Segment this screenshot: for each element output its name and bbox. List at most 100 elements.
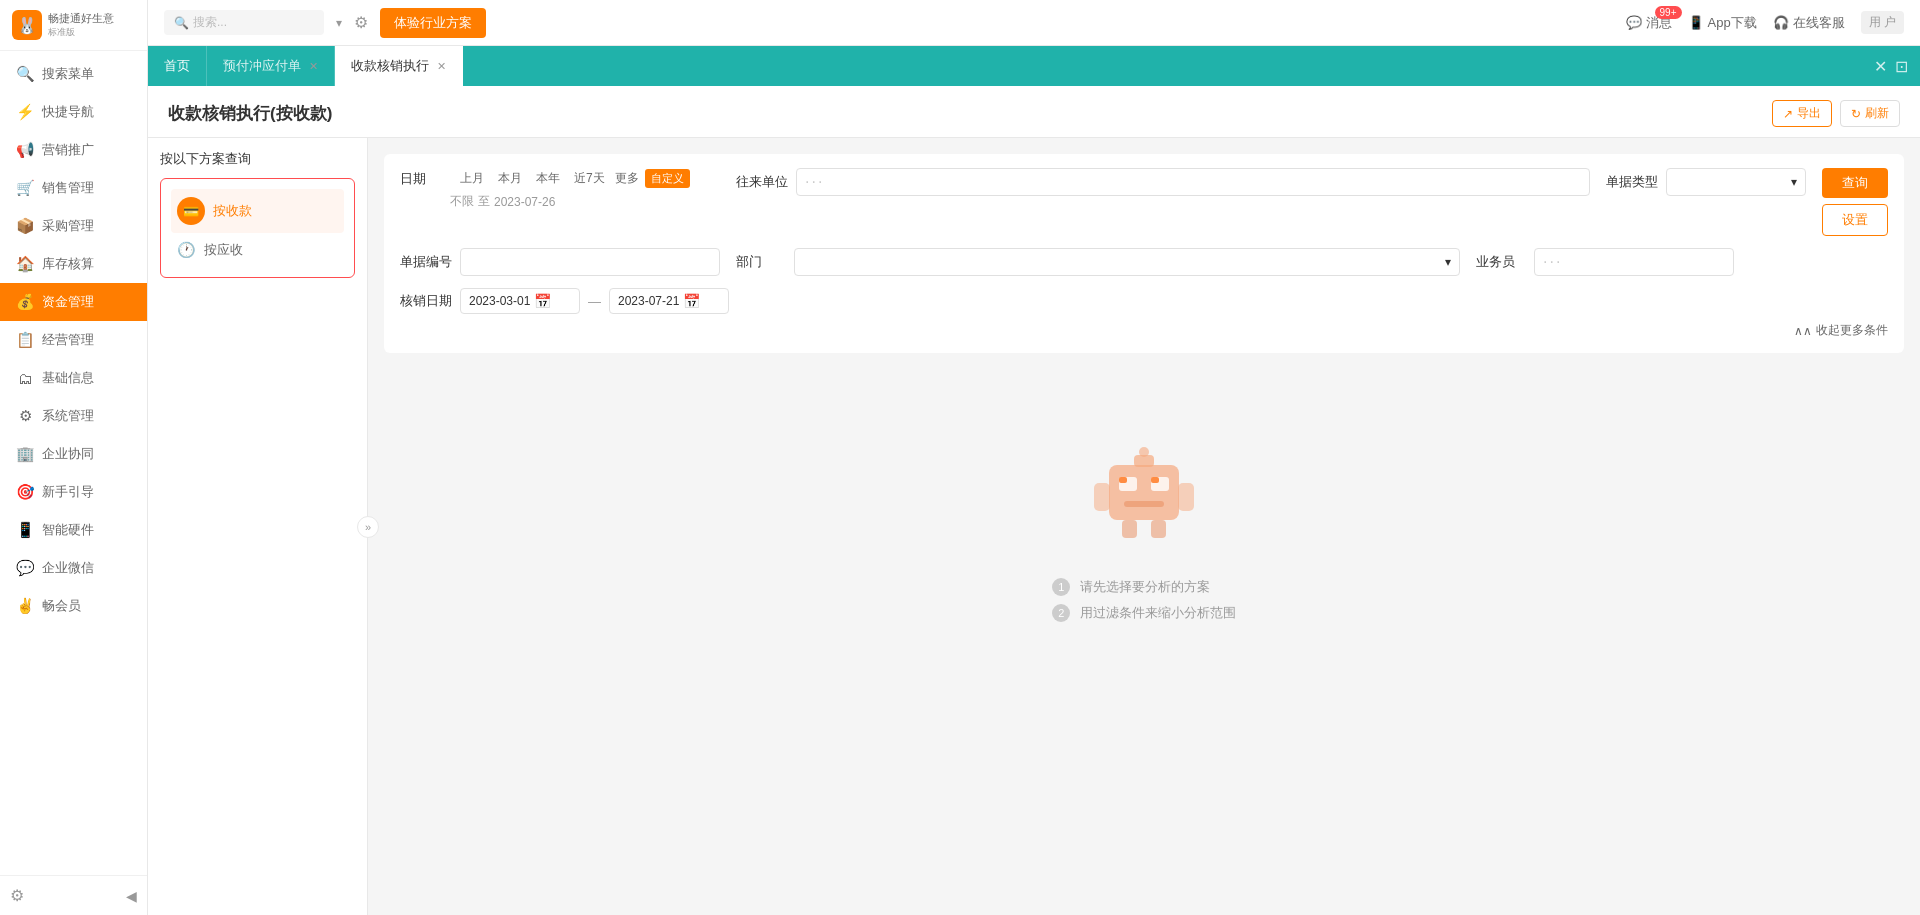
tab-receivable[interactable]: 收款核销执行 ✕: [335, 46, 463, 86]
query-item-by-receipt[interactable]: 💳 按收款: [171, 189, 344, 233]
message-button[interactable]: 💬 消息 99+: [1626, 14, 1672, 32]
sidebar-item-inventory[interactable]: 🏠 库存核算: [0, 245, 147, 283]
tab-receivable-close-icon[interactable]: ✕: [437, 46, 446, 86]
sidebar-item-marketing[interactable]: 📢 营销推广: [0, 131, 147, 169]
calendar-start-icon[interactable]: 📅: [534, 293, 551, 309]
app-name: 畅捷通好生意: [48, 11, 114, 25]
date-btn-this-year[interactable]: 本年: [532, 168, 564, 189]
left-panel: 按以下方案查询 💳 按收款 🕐 按应收 »: [148, 138, 368, 915]
sidebar-item-label: 基础信息: [42, 369, 94, 387]
calendar-end-icon[interactable]: 📅: [683, 293, 700, 309]
write-off-end-value: 2023-07-21: [618, 294, 679, 308]
finance-icon: 💰: [16, 293, 34, 311]
sidebar-item-search[interactable]: 🔍 搜索菜单: [0, 55, 147, 93]
collapse-sidebar-icon[interactable]: ◀: [126, 888, 137, 904]
dept-select[interactable]: ▾: [794, 248, 1460, 276]
empty-text: 1 请先选择要分析的方案 2 用过滤条件来缩小分析范围: [1052, 574, 1236, 626]
svg-rect-0: [1109, 465, 1179, 520]
sidebar-item-enterprise[interactable]: 🏢 企业协同: [0, 435, 147, 473]
query-item-receivable-label: 按应收: [204, 241, 243, 259]
search-icon-topbar: 🔍: [174, 16, 189, 30]
date-btn-this-month[interactable]: 本月: [494, 168, 526, 189]
query-box: 💳 按收款 🕐 按应收: [160, 178, 355, 278]
close-window-icon[interactable]: ✕: [1874, 57, 1887, 76]
setting-button[interactable]: 设置: [1822, 204, 1888, 236]
sidebar-item-guide[interactable]: 🎯 新手引导: [0, 473, 147, 511]
app-download-button[interactable]: 📱 App下载: [1688, 14, 1757, 32]
counterpart-input[interactable]: ···: [796, 168, 1590, 196]
tab-receivable-label: 收款核销执行: [351, 46, 429, 86]
refresh-button[interactable]: ↻ 刷新: [1840, 100, 1900, 127]
sidebar-item-wechat[interactable]: 💬 企业微信: [0, 549, 147, 587]
hardware-icon: 📱: [16, 521, 34, 539]
window-controls: ✕ ⊡: [1862, 57, 1920, 76]
sidebar-item-label: 系统管理: [42, 407, 94, 425]
sidebar-item-finance[interactable]: 💰 资金管理: [0, 283, 147, 321]
write-off-date-end[interactable]: 2023-07-21 📅: [609, 288, 729, 314]
sidebar-item-vip[interactable]: ✌ 畅会员: [0, 587, 147, 625]
doc-type-select[interactable]: ▾: [1666, 168, 1806, 196]
sidebar-item-purchase[interactable]: 📦 采购管理: [0, 207, 147, 245]
sidebar-item-label: 新手引导: [42, 483, 94, 501]
date-shortcuts: 上月 本月 本年 近7天 更多 自定义: [456, 168, 690, 189]
sidebar-item-label: 资金管理: [42, 293, 94, 311]
sidebar-item-quick[interactable]: ⚡ 快捷导航: [0, 93, 147, 131]
collapse-more-button[interactable]: ∧∧ 收起更多条件: [1794, 322, 1888, 339]
write-off-start-value: 2023-03-01: [469, 294, 530, 308]
receipt-icon: 💳: [177, 197, 205, 225]
tab-prepay[interactable]: 预付冲应付单 ✕: [207, 46, 335, 86]
sidebar-bottom: ⚙ ◀: [0, 875, 147, 915]
sidebar-item-business[interactable]: 📋 经营管理: [0, 321, 147, 359]
online-service-button[interactable]: 🎧 在线客服: [1773, 14, 1845, 32]
dropdown-arrow-icon[interactable]: ▾: [336, 16, 342, 30]
inventory-icon: 🏠: [16, 255, 34, 273]
settings-icon[interactable]: ⚙: [10, 886, 24, 905]
sidebar-item-system[interactable]: ⚙ 系统管理: [0, 397, 147, 435]
query-button[interactable]: 查询: [1822, 168, 1888, 198]
collapse-panel-button[interactable]: »: [357, 516, 379, 538]
date-label: 日期: [400, 170, 450, 188]
search-placeholder: 搜索...: [193, 14, 227, 31]
main-content: 按以下方案查询 💳 按收款 🕐 按应收 »: [148, 138, 1920, 915]
query-item-by-receivable[interactable]: 🕐 按应收: [171, 233, 344, 267]
date-btn-7days[interactable]: 近7天: [570, 168, 609, 189]
counterpart-label: 往来单位: [736, 173, 788, 191]
maximize-window-icon[interactable]: ⊡: [1895, 57, 1908, 76]
date-custom-badge[interactable]: 自定义: [645, 169, 690, 188]
date-btn-more[interactable]: 更多: [615, 170, 639, 187]
solution-button[interactable]: 体验行业方案: [380, 8, 486, 38]
sidebar-item-label: 搜索菜单: [42, 65, 94, 83]
empty-state-icon: [1084, 425, 1204, 564]
logo-icon: 🐰: [12, 10, 42, 40]
date-btn-last-month[interactable]: 上月: [456, 168, 488, 189]
purchase-icon: 📦: [16, 217, 34, 235]
export-button[interactable]: ↗ 导出: [1772, 100, 1832, 127]
left-panel-title: 按以下方案查询: [160, 150, 355, 168]
doc-no-input[interactable]: [460, 248, 720, 276]
sidebar-item-hardware[interactable]: 📱 智能硬件: [0, 511, 147, 549]
business-icon: 📋: [16, 331, 34, 349]
doc-type-label: 单据类型: [1606, 173, 1658, 191]
page-header: 收款核销执行(按收款) ↗ 导出 ↻ 刷新: [148, 86, 1920, 138]
sidebar-item-sales[interactable]: 🛒 销售管理: [0, 169, 147, 207]
topbar-search[interactable]: 🔍 搜索...: [164, 10, 324, 35]
empty-hint2: 用过滤条件来缩小分析范围: [1080, 605, 1236, 620]
empty-hint1: 请先选择要分析的方案: [1080, 579, 1210, 594]
sidebar-item-basic[interactable]: 🗂 基础信息: [0, 359, 147, 397]
basic-icon: 🗂: [16, 370, 34, 387]
write-off-date-start[interactable]: 2023-03-01 📅: [460, 288, 580, 314]
sidebar-item-label: 畅会员: [42, 597, 81, 615]
tab-prepay-close-icon[interactable]: ✕: [309, 46, 318, 86]
enterprise-icon: 🏢: [16, 445, 34, 463]
service-label: 在线客服: [1793, 14, 1845, 32]
gear-icon[interactable]: ⚙: [354, 13, 368, 32]
svg-rect-3: [1119, 477, 1127, 483]
staff-label: 业务员: [1476, 253, 1526, 271]
staff-input[interactable]: ···: [1534, 248, 1734, 276]
quick-icon: ⚡: [16, 103, 34, 121]
app-label: App下载: [1708, 14, 1757, 32]
marketing-icon: 📢: [16, 141, 34, 159]
vip-icon: ✌: [16, 597, 34, 615]
tab-home[interactable]: 首页: [148, 46, 207, 86]
user-menu[interactable]: 用 户: [1861, 11, 1904, 34]
